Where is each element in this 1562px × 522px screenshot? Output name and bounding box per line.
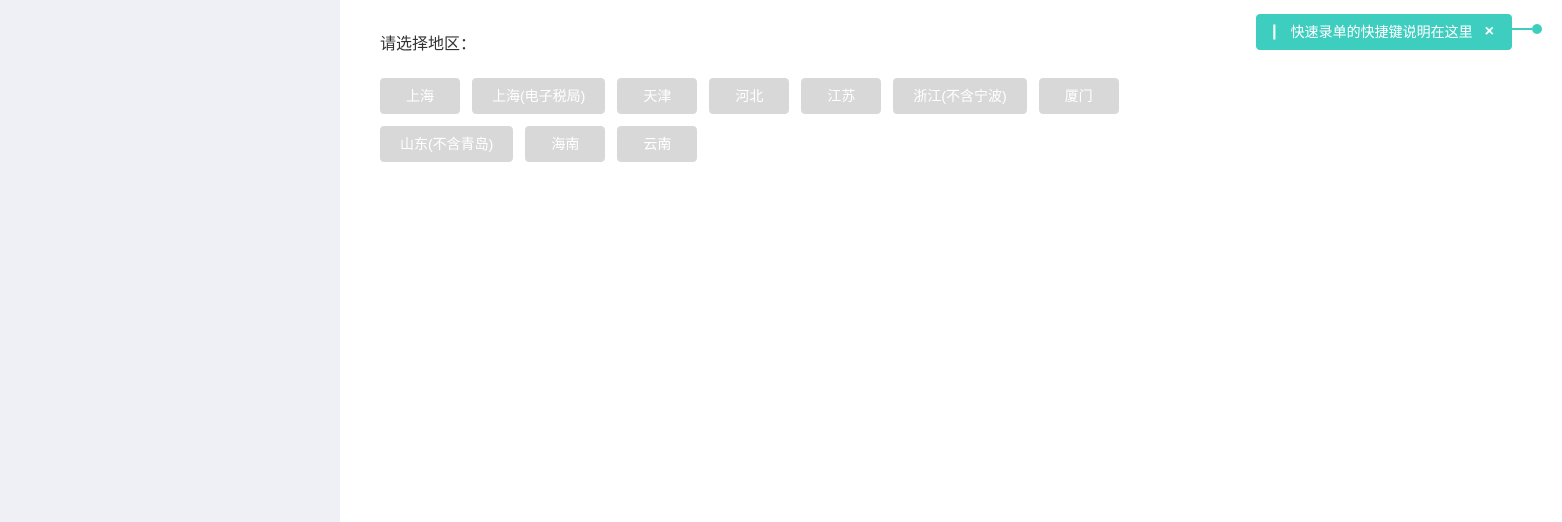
tooltip-dot	[1532, 24, 1542, 34]
region-btn-jiangsu[interactable]: 江苏	[801, 78, 881, 114]
region-btn-hainan[interactable]: 海南	[525, 126, 605, 162]
region-row-2: 山东(不含青岛) 海南云南	[380, 126, 1522, 162]
main-content: 请选择地区： 上海上海(电子税局)天津河北江苏浙江(不含宁波)厦门 山东(不含青…	[340, 0, 1562, 522]
region-btn-shanghai[interactable]: 上海	[380, 78, 460, 114]
region-btn-xiamen[interactable]: 厦门	[1039, 78, 1119, 114]
region-btn-hebei[interactable]: 河北	[709, 78, 789, 114]
region-btn-zhejiang[interactable]: 浙江(不含宁波)	[893, 78, 1026, 114]
tooltip-banner: 快速录单的快捷键说明在这里 ×	[1256, 14, 1512, 50]
left-sidebar	[0, 0, 340, 522]
tooltip-close-button[interactable]: ×	[1483, 24, 1496, 40]
tooltip-line	[1512, 28, 1532, 30]
region-btn-shanghai-etax[interactable]: 上海(电子税局)	[472, 78, 605, 114]
region-row-1: 上海上海(电子税局) 天津河北江苏浙江(不含宁波) 厦门	[380, 78, 1522, 114]
region-btn-shandong[interactable]: 山东(不含青岛)	[380, 126, 513, 162]
region-btn-yunnan[interactable]: 云南	[617, 126, 697, 162]
tooltip-text: 快速录单的快捷键说明在这里	[1291, 22, 1473, 42]
region-btn-tianjin[interactable]: 天津	[617, 78, 697, 114]
